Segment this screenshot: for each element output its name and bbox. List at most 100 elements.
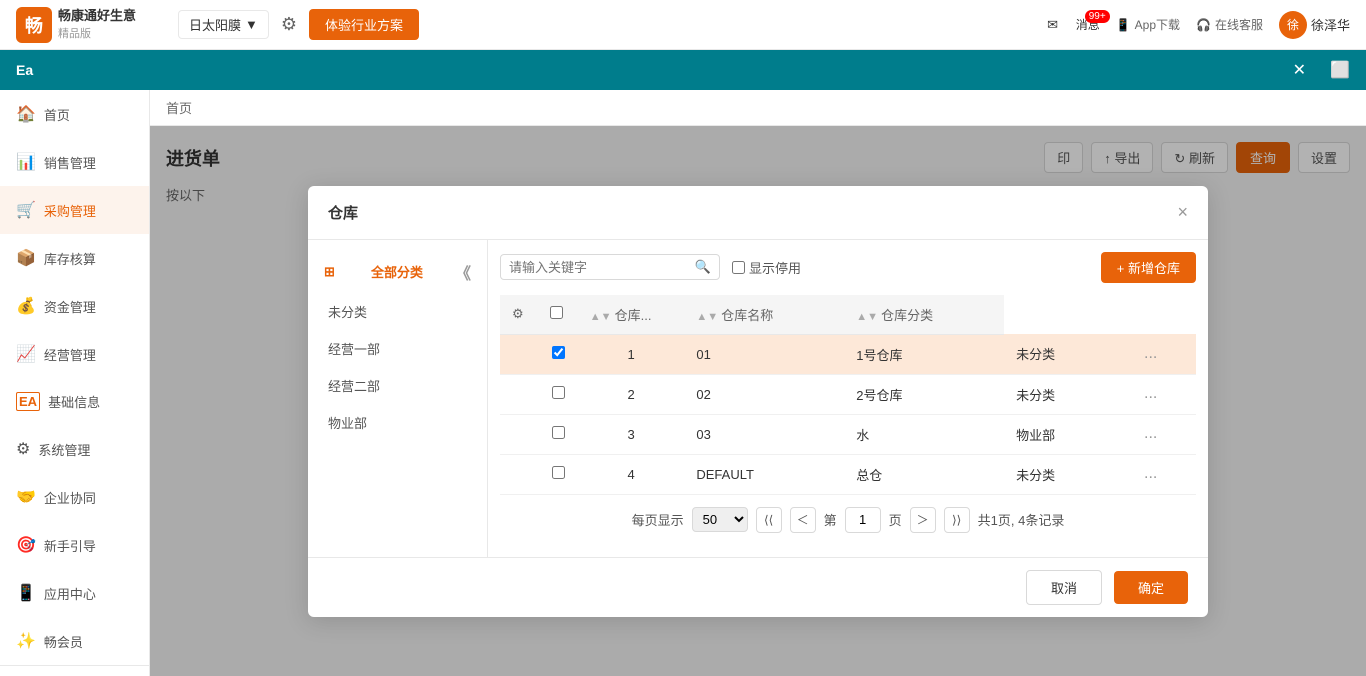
close-teal-button[interactable]: ✕ <box>1293 60 1306 80</box>
table-row[interactable]: 1 01 1号仓库 未分类 ... <box>500 334 1196 374</box>
cat-item-2[interactable]: 经营二部 <box>308 368 487 403</box>
customer-service-button[interactable]: 🎧 在线客服 <box>1196 16 1263 33</box>
sidebar-item-member[interactable]: ✨ 畅会员 <box>0 617 149 665</box>
system-icon: ⚙ <box>16 439 30 459</box>
topbar: 畅 畅康通好生意 精品版 日太阳膜 ▼ ⚙ 体验行业方案 ✉ 99+ 消息 📱 … <box>0 0 1366 50</box>
home-icon: 🏠 <box>16 104 36 124</box>
sidebar-item-operations[interactable]: 📈 经营管理 <box>0 330 149 378</box>
row-actions[interactable]: ... <box>1132 374 1196 414</box>
cancel-button[interactable]: 取消 <box>1026 570 1102 605</box>
inventory-icon: 📦 <box>16 248 36 268</box>
cat-item-3[interactable]: 物业部 <box>308 405 487 440</box>
sidebar-item-purchase[interactable]: 🛒 采购管理 <box>0 186 149 234</box>
row-num: 2 <box>578 374 685 414</box>
sort-icon: ▲▼ <box>590 311 615 323</box>
sidebar-item-appcenter[interactable]: 📱 应用中心 <box>0 569 149 617</box>
sidebar-item-home[interactable]: 🏠 首页 <box>0 90 149 138</box>
category-sidebar: ⊞ 全部分类 《 未分类 经营一部 经营二部 物业部 <box>308 240 488 557</box>
sidebar-item-enterprise[interactable]: 🤝 企业协同 <box>0 473 149 521</box>
avatar: 徐 <box>1279 11 1307 39</box>
sidebar-item-guide[interactable]: 🎯 新手引导 <box>0 521 149 569</box>
sidebar-label-system: 系统管理 <box>38 440 90 459</box>
show-disabled-checkbox[interactable] <box>732 261 745 274</box>
app-icon: 📱 <box>1116 18 1131 32</box>
sidebar-label-guide: 新手引导 <box>44 536 96 555</box>
tab-ea[interactable]: Ea <box>16 62 33 78</box>
all-categories-header[interactable]: ⊞ 全部分类 《 <box>308 252 487 292</box>
warehouse-table: ⚙ ▲▼ 仓库... <box>500 295 1196 495</box>
row-code: 02 <box>684 374 844 414</box>
select-all-checkbox[interactable] <box>550 306 563 319</box>
page-number-input[interactable] <box>845 507 881 533</box>
all-categories-label: 全部分类 <box>371 262 423 281</box>
sidebar-item-inventory[interactable]: 📦 库存核算 <box>0 234 149 282</box>
th-check <box>538 295 577 335</box>
table-row[interactable]: 3 03 水 物业部 ... <box>500 414 1196 454</box>
total-records: 共1页, 4条记录 <box>978 510 1065 529</box>
logo-icon: 畅 <box>16 7 52 43</box>
experience-button[interactable]: 体验行业方案 <box>309 9 419 40</box>
table-row[interactable]: 4 DEFAULT 总仓 未分类 ... <box>500 454 1196 494</box>
cat-item-1[interactable]: 经营一部 <box>308 331 487 366</box>
sales-icon: 📊 <box>16 152 36 172</box>
row-gear <box>500 374 538 414</box>
search-input[interactable] <box>509 260 695 275</box>
operations-icon: 📈 <box>16 344 36 364</box>
user-avatar-area[interactable]: 徐 徐泽华 <box>1279 11 1350 39</box>
expand-button[interactable]: ⬜ <box>1330 60 1350 80</box>
purchase-icon: 🛒 <box>16 200 36 220</box>
cat-item-0[interactable]: 未分类 <box>308 294 487 329</box>
row-check[interactable] <box>538 414 577 454</box>
company-name: 日太阳膜 <box>189 15 241 34</box>
modal-footer: 取消 确定 <box>308 557 1208 617</box>
row-name: 1号仓库 <box>844 334 1004 374</box>
row-actions[interactable]: ... <box>1132 454 1196 494</box>
appcenter-icon: 📱 <box>16 583 36 603</box>
th-gear: ⚙ <box>500 295 538 335</box>
settings-icon[interactable]: ⚙ <box>281 14 297 35</box>
company-select[interactable]: 日太阳膜 ▼ <box>178 10 269 39</box>
sidebar-label-member: 畅会员 <box>44 632 83 651</box>
gear-icon: ⚙ <box>512 306 524 321</box>
sidebar-label-enterprise: 企业协同 <box>44 488 96 507</box>
last-page-button[interactable]: ⟩⟩ <box>944 507 970 533</box>
logo-title: 畅康通好生意 <box>58 8 136 25</box>
app-download-button[interactable]: 📱 App下载 <box>1116 16 1180 33</box>
main-layout: 🏠 首页 📊 销售管理 🛒 采购管理 📦 库存核算 💰 资金管理 📈 经营管理 … <box>0 90 1366 676</box>
teal-tab-bar: Ea ✕ ⬜ <box>0 50 1366 90</box>
messages-button[interactable]: ✉ 99+ 消息 <box>1047 16 1100 33</box>
add-warehouse-button[interactable]: + 新增仓库 <box>1101 252 1196 283</box>
user-name: 徐泽华 <box>1311 15 1350 34</box>
page-label: 第 <box>824 510 837 529</box>
prev-page-button[interactable]: ＜ <box>790 507 816 533</box>
collapse-icon[interactable]: 《 <box>455 260 471 284</box>
page-unit: 页 <box>889 510 902 529</box>
row-actions[interactable]: ... <box>1132 334 1196 374</box>
row-name: 2号仓库 <box>844 374 1004 414</box>
modal-body: ⊞ 全部分类 《 未分类 经营一部 经营二部 物业部 <box>308 240 1208 557</box>
sidebar-item-sales[interactable]: 📊 销售管理 <box>0 138 149 186</box>
content-main: 进货单 印 ↑ 导出 ↻ 刷新 查询 设置 <box>150 126 1366 676</box>
sidebar-item-basic-info[interactable]: EA 基础信息 <box>0 378 149 425</box>
per-page-label: 每页显示 <box>632 510 684 529</box>
row-num: 1 <box>578 334 685 374</box>
show-disabled-label[interactable]: 显示停用 <box>732 258 801 277</box>
row-check[interactable] <box>538 334 577 374</box>
next-page-button[interactable]: ＞ <box>910 507 936 533</box>
per-page-select[interactable]: 50 100 200 <box>692 507 748 532</box>
sidebar-label-inventory: 库存核算 <box>44 249 96 268</box>
show-disabled-text: 显示停用 <box>749 258 801 277</box>
row-actions[interactable]: ... <box>1132 414 1196 454</box>
sidebar-label-home: 首页 <box>44 105 70 124</box>
first-page-button[interactable]: ⟨⟨ <box>756 507 782 533</box>
sidebar-item-finance[interactable]: 💰 资金管理 <box>0 282 149 330</box>
breadcrumb-home[interactable]: 首页 <box>166 98 192 117</box>
row-check[interactable] <box>538 374 577 414</box>
sidebar-item-system[interactable]: ⚙ 系统管理 <box>0 425 149 473</box>
row-check[interactable] <box>538 454 577 494</box>
headset-icon: 🎧 <box>1196 18 1211 32</box>
table-row[interactable]: 2 02 2号仓库 未分类 ... <box>500 374 1196 414</box>
modal-close-button[interactable]: × <box>1177 202 1188 223</box>
confirm-button[interactable]: 确定 <box>1114 571 1188 604</box>
row-category: 未分类 <box>1004 454 1132 494</box>
